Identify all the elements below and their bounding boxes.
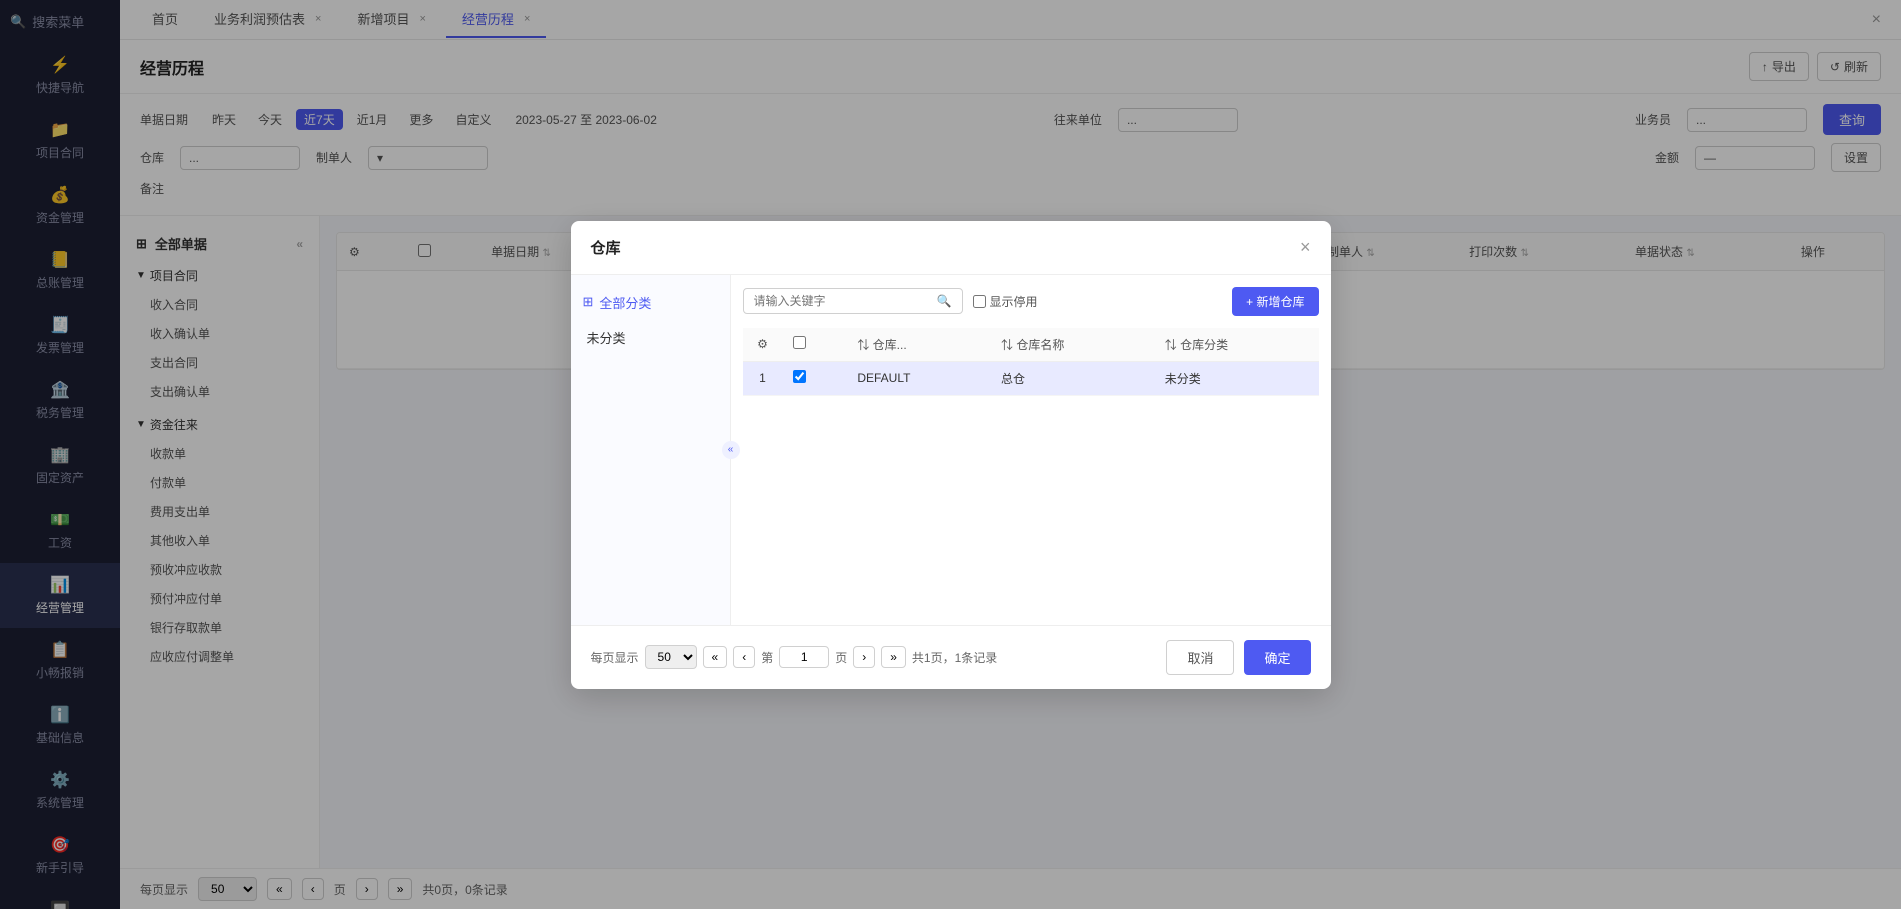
modal-table: ⚙ ⇅ 仓库... ⇅ 仓库名称 ⇅ — [743, 328, 1319, 396]
modal-first-page[interactable]: « — [703, 646, 728, 668]
modal-left-all[interactable]: ⊞ 全部分类 — [571, 285, 730, 320]
confirm-button[interactable]: 确定 — [1244, 640, 1310, 675]
show-disabled-checkbox-label[interactable]: 显示停用 — [973, 293, 1038, 310]
modal-row-index: 1 — [743, 361, 783, 395]
sort-icon-code: ⇅ — [857, 338, 869, 352]
modal-total-label: 共1页，1条记录 — [912, 649, 997, 666]
modal-last-page[interactable]: » — [881, 646, 906, 668]
modal-th-checkbox — [783, 328, 848, 362]
modal-header: 仓库 × — [571, 221, 1331, 275]
modal-next-page[interactable]: › — [853, 646, 875, 668]
modal-prev-page[interactable]: ‹ — [733, 646, 755, 668]
modal-table-row[interactable]: 1 DEFAULT 总仓 未分类 — [743, 361, 1319, 395]
modal-left-all-label: 全部分类 — [599, 293, 651, 312]
modal-search-box[interactable]: 🔍 — [743, 288, 963, 314]
modal-row-name: 总仓 — [991, 361, 1155, 395]
modal-right-panel: 🔍 显示停用 + 新增仓库 ⚙ ⇅ — [731, 275, 1331, 625]
modal-close-button[interactable]: × — [1300, 237, 1311, 258]
modal-th-code[interactable]: ⇅ 仓库... — [847, 328, 991, 362]
search-icon-modal: 🔍 — [937, 294, 952, 308]
modal-body: ⊞ 全部分类 未分类 « 🔍 显示停用 — [571, 275, 1331, 625]
modal-page-size-select[interactable]: 50 — [645, 645, 697, 669]
modal-toolbar: 🔍 显示停用 + 新增仓库 — [743, 287, 1319, 316]
modal-page-text: 第 — [761, 649, 773, 666]
modal-pagination: 每页显示 50 « ‹ 第 页 › » 共1页，1条记录 — [591, 645, 998, 669]
modal-row-category: 未分类 — [1155, 361, 1319, 395]
modal-page-input[interactable] — [779, 646, 829, 668]
gear-icon-modal-th[interactable]: ⚙ — [757, 337, 768, 351]
modal-th-settings: ⚙ — [743, 328, 783, 362]
modal-page-size-label: 每页显示 — [591, 649, 639, 666]
modal-th-category[interactable]: ⇅ 仓库分类 — [1155, 328, 1319, 362]
add-warehouse-button[interactable]: + 新增仓库 — [1232, 287, 1318, 316]
modal-search-input[interactable] — [754, 294, 931, 308]
modal-select-all[interactable] — [793, 336, 806, 349]
modal-left-unclassified[interactable]: 未分类 — [571, 320, 730, 355]
modal-overlay: 仓库 × ⊞ 全部分类 未分类 « 🔍 — [0, 0, 1901, 909]
modal-title: 仓库 — [591, 237, 621, 258]
sort-icon-category: ⇅ — [1165, 338, 1177, 352]
modal-left-unclassified-label: 未分类 — [587, 331, 626, 346]
show-disabled-checkbox[interactable] — [973, 295, 986, 308]
grid-icon-modal: ⊞ — [583, 294, 594, 310]
modal-left-panel: ⊞ 全部分类 未分类 « — [571, 275, 731, 625]
show-disabled-label: 显示停用 — [990, 293, 1038, 310]
cancel-button[interactable]: 取消 — [1166, 640, 1234, 675]
modal-table-header: ⚙ ⇅ 仓库... ⇅ 仓库名称 ⇅ — [743, 328, 1319, 362]
modal-actions: 取消 确定 — [1166, 640, 1310, 675]
modal-footer: 每页显示 50 « ‹ 第 页 › » 共1页，1条记录 取消 确定 — [571, 625, 1331, 689]
modal-th-name[interactable]: ⇅ 仓库名称 — [991, 328, 1155, 362]
warehouse-modal: 仓库 × ⊞ 全部分类 未分类 « 🔍 — [571, 221, 1331, 689]
modal-row-checkbox[interactable] — [793, 370, 806, 383]
modal-row-code: DEFAULT — [847, 361, 991, 395]
modal-left-toggle-button[interactable]: « — [722, 441, 740, 459]
modal-page-label: 页 — [835, 649, 847, 666]
modal-row-checkbox-cell — [783, 361, 848, 395]
sort-icon-name: ⇅ — [1001, 338, 1013, 352]
